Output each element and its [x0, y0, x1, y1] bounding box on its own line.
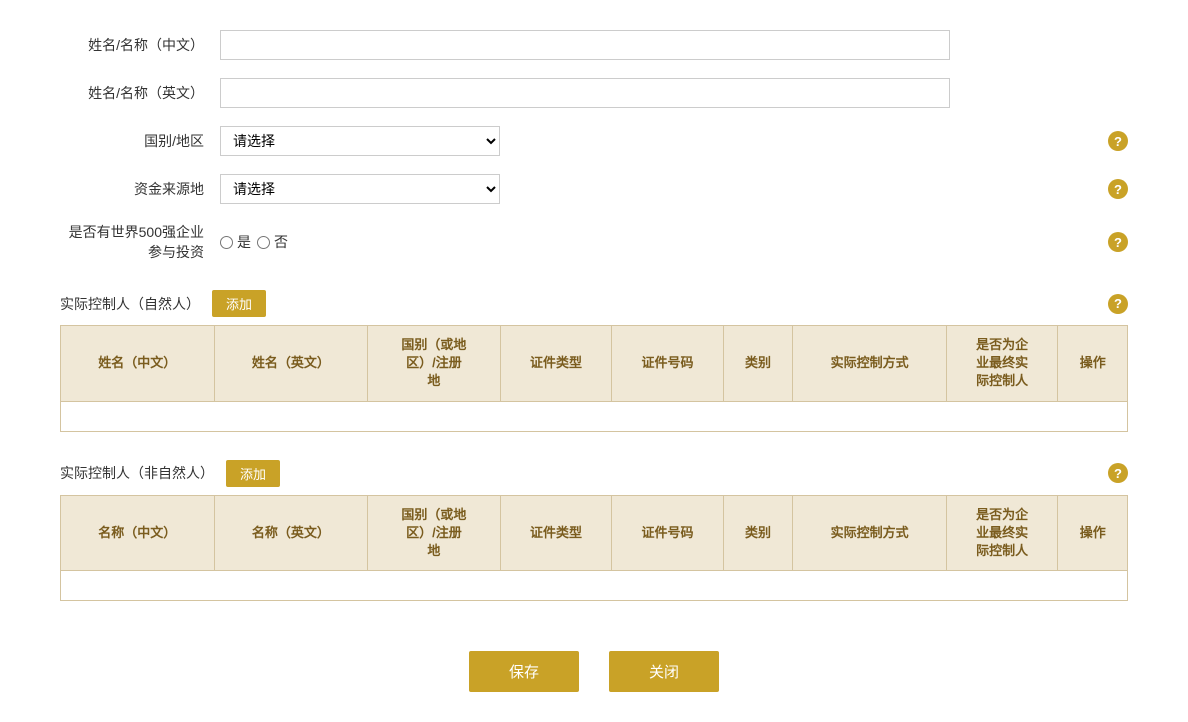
name-cn-input[interactable]: [220, 30, 950, 60]
country-select[interactable]: 请选择: [220, 126, 500, 156]
section2-title: 实际控制人（非自然人）: [60, 463, 214, 483]
close-button[interactable]: 关闭: [609, 651, 719, 692]
fund-source-help-icon[interactable]: ?: [1108, 179, 1128, 199]
country-row: 国别/地区 请选择 ?: [60, 126, 1128, 156]
col-is-final1: 是否为企业最终实际控制人: [946, 326, 1058, 402]
country-help-icon[interactable]: ?: [1108, 131, 1128, 151]
col-cert-no1: 证件号码: [612, 326, 724, 402]
no-text: 否: [274, 232, 288, 252]
col-name-en: 姓名（英文）: [214, 326, 368, 402]
section1-empty-row: [61, 401, 1128, 431]
col-category1: 类别: [723, 326, 793, 402]
col-control-method1: 实际控制方式: [793, 326, 947, 402]
section2-table-wrapper: 名称（中文） 名称（英文） 国别（或地区）/注册地 证件类型 证件号码 类别 实…: [60, 495, 1128, 602]
save-button[interactable]: 保存: [469, 651, 579, 692]
col-country1: 国别（或地区）/注册地: [368, 326, 501, 402]
section2-header: 实际控制人（非自然人） 添加 ?: [60, 452, 1128, 495]
col-name-cn2: 名称（中文）: [61, 495, 215, 571]
fund-source-row: 资金来源地 请选择 ?: [60, 174, 1128, 204]
fortune500-yes-label[interactable]: 是: [220, 232, 251, 252]
name-en-label: 姓名/名称（英文）: [60, 83, 220, 103]
fortune500-help-icon[interactable]: ?: [1108, 232, 1128, 252]
name-en-input[interactable]: [220, 78, 950, 108]
col-control-method2: 实际控制方式: [793, 495, 947, 571]
name-cn-label: 姓名/名称（中文）: [60, 35, 220, 55]
fund-source-label: 资金来源地: [60, 179, 220, 199]
fortune500-label: 是否有世界500强企业参与投资: [60, 222, 220, 262]
col-operation2: 操作: [1058, 495, 1128, 571]
section2-empty-row: [61, 571, 1128, 601]
fortune500-row: 是否有世界500强企业参与投资 是 否 ?: [60, 222, 1128, 262]
fund-source-select[interactable]: 请选择: [220, 174, 500, 204]
section2-table: 名称（中文） 名称（英文） 国别（或地区）/注册地 证件类型 证件号码 类别 实…: [60, 495, 1128, 602]
col-cert-no2: 证件号码: [612, 495, 724, 571]
section1-table-header-row: 姓名（中文） 姓名（英文） 国别（或地区）/注册地 证件类型 证件号码 类别 实…: [61, 326, 1128, 402]
col-category2: 类别: [723, 495, 793, 571]
section1-add-button[interactable]: 添加: [212, 290, 266, 317]
col-cert-type2: 证件类型: [500, 495, 612, 571]
fortune500-no-label[interactable]: 否: [257, 232, 288, 252]
section1-header: 实际控制人（自然人） 添加 ?: [60, 282, 1128, 325]
section2-add-button[interactable]: 添加: [226, 460, 280, 487]
section2-help-icon[interactable]: ?: [1108, 463, 1128, 483]
col-country2: 国别（或地区）/注册地: [368, 495, 501, 571]
section1-table: 姓名（中文） 姓名（英文） 国别（或地区）/注册地 证件类型 证件号码 类别 实…: [60, 325, 1128, 432]
section2-empty-cell: [61, 571, 1128, 601]
fortune500-no-radio[interactable]: [257, 236, 270, 249]
name-en-row: 姓名/名称（英文）: [60, 78, 1128, 108]
section2-table-header-row: 名称（中文） 名称（英文） 国别（或地区）/注册地 证件类型 证件号码 类别 实…: [61, 495, 1128, 571]
fortune500-yes-radio[interactable]: [220, 236, 233, 249]
section1-empty-cell: [61, 401, 1128, 431]
name-cn-row: 姓名/名称（中文）: [60, 30, 1128, 60]
country-label: 国别/地区: [60, 131, 220, 151]
col-operation1: 操作: [1058, 326, 1128, 402]
section1-title: 实际控制人（自然人）: [60, 294, 200, 314]
bottom-actions: 保存 关闭: [60, 651, 1128, 692]
section1-table-wrapper: 姓名（中文） 姓名（英文） 国别（或地区）/注册地 证件类型 证件号码 类别 实…: [60, 325, 1128, 432]
col-name-en2: 名称（英文）: [214, 495, 368, 571]
col-name-cn: 姓名（中文）: [61, 326, 215, 402]
col-is-final2: 是否为企业最终实际控制人: [946, 495, 1058, 571]
section1-help-icon[interactable]: ?: [1108, 294, 1128, 314]
col-cert-type1: 证件类型: [500, 326, 612, 402]
fortune500-radio-group: 是 否: [220, 232, 288, 252]
yes-text: 是: [237, 232, 251, 252]
